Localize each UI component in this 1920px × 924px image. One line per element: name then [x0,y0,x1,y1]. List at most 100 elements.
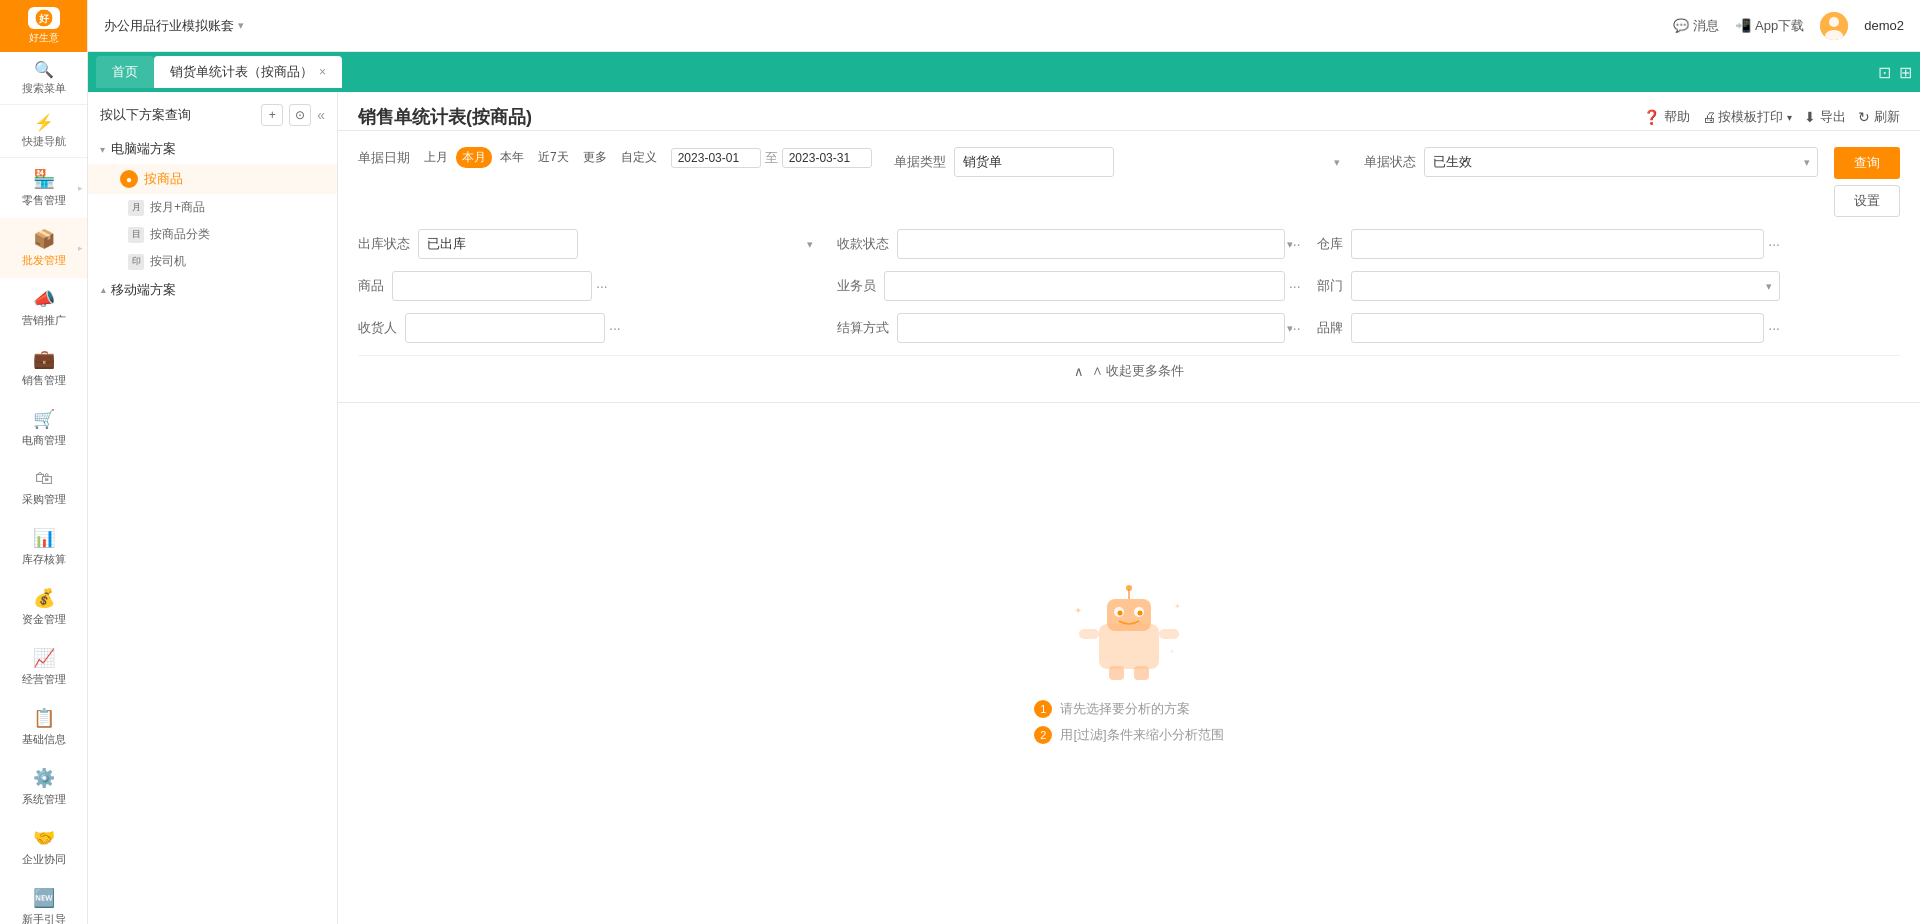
print-btn[interactable]: 🖨 按模板打印 ▾ [1702,104,1792,130]
date-to-input[interactable] [782,148,872,168]
sidebar-item-operations[interactable]: 📈 经营管理 [0,637,87,697]
out-status-input[interactable] [418,229,578,259]
tab-close-icon[interactable]: × [319,66,326,78]
doc-type-input[interactable] [954,147,1114,177]
page-content: 按以下方案查询 + ⊙ « ▾ 电脑端方案 ● 按商品 月 [88,92,1920,924]
sidebar-item-wholesale[interactable]: 📦 批发管理 ▸ [0,218,87,278]
collapse-icon: ∧ [1074,364,1084,379]
brand-input[interactable] [1351,313,1765,343]
date-btn-this-month[interactable]: 本月 [456,147,492,168]
brand-filter-label: 品牌 [1317,319,1343,337]
sidebar-item-inventory[interactable]: 📊 库存核算 [0,517,87,577]
salesperson-filter-control: ··· [884,271,1300,301]
date-btn-last-month[interactable]: 上月 [418,147,454,168]
export-btn[interactable]: ⬇ 导出 [1804,104,1846,130]
sidebar-item-sales[interactable]: 💼 销售管理 [0,338,87,398]
quick-nav-btn[interactable]: ⚡ 快捷导航 [0,105,87,158]
payment-method-input[interactable] [897,313,1285,343]
salesperson-input[interactable] [884,271,1285,301]
date-btn-7days[interactable]: 近7天 [532,147,575,168]
scheme-panel-actions: + ⊙ « [261,104,325,126]
query-button[interactable]: 查询 [1834,147,1900,179]
salesperson-more-icon[interactable]: ··· [1289,278,1301,294]
svg-text:好: 好 [38,13,50,24]
warehouse-input[interactable] [1351,229,1765,259]
empty-tips-list: 1 请先选择要分析的方案 2 用[过滤]条件来缩小分析范围 [1034,700,1223,744]
collapse-more-text: ∧ ∧ 收起更多条件 [1074,362,1185,380]
scheme-item-icon: ● [120,170,138,188]
svg-rect-13 [1079,629,1099,639]
tab-maximize-icon[interactable]: ⊞ [1899,63,1912,82]
tab-report[interactable]: 销货单统计表（按商品） × [154,56,342,88]
avatar[interactable] [1820,12,1848,40]
svg-text:✦: ✦ [1169,648,1175,655]
scheme-sub-icon-driver: 印 [128,254,144,270]
sidebar-item-system[interactable]: ⚙️ 系统管理 [0,757,87,817]
svg-point-12 [1126,585,1132,591]
app-logo[interactable]: 好 好生意 [0,0,87,52]
sidebar-item-guide[interactable]: 🆕 新手引导 [0,877,87,924]
workspace-arrow-icon: ▾ [238,19,244,32]
tab-home[interactable]: 首页 [96,56,154,88]
message-btn[interactable]: 💬 消息 [1673,17,1719,35]
product-input[interactable] [392,271,592,301]
payment-method-more-icon[interactable]: ··· [1289,320,1301,336]
sidebar-item-retail[interactable]: 🏪 零售管理 ▸ [0,158,87,218]
receiver-more-icon[interactable]: ··· [609,320,621,336]
help-icon: ❓ [1643,109,1660,125]
brand-more-icon[interactable]: ··· [1768,320,1780,336]
date-from-input[interactable] [671,148,761,168]
refresh-icon: ↻ [1858,109,1870,125]
sidebar-item-marketing[interactable]: 📣 营销推广 [0,278,87,338]
desktop-section-arrow-icon: ▾ [100,144,105,155]
sidebar-item-enterprise[interactable]: 🤝 企业协同 [0,817,87,877]
product-more-icon[interactable]: ··· [596,278,608,294]
filter-area: 单据日期 上月 本月 本年 近7天 更多 自定义 至 [338,131,1920,403]
sidebar-item-ecommerce[interactable]: 🛒 电商管理 [0,398,87,458]
workspace-selector[interactable]: 办公用品行业模拟账套 ▾ [104,17,244,35]
desktop-section-header[interactable]: ▾ 电脑端方案 [88,134,337,164]
settings-button[interactable]: 设置 [1834,185,1900,217]
date-btn-custom[interactable]: 自定义 [615,147,663,168]
sidebar-navigation: 🏪 零售管理 ▸ 📦 批发管理 ▸ 📣 营销推广 💼 销售管理 🛒 电商管理 🛍… [0,158,87,924]
scheme-panel-title: 按以下方案查询 [100,106,191,124]
receiver-input[interactable] [405,313,605,343]
svg-text:✦: ✦ [1074,605,1082,616]
sidebar-item-basic[interactable]: 📋 基础信息 [0,697,87,757]
department-filter-label: 部门 [1317,277,1343,295]
sidebar-item-purchase[interactable]: 🛍 采购管理 [0,458,87,517]
add-scheme-btn[interactable]: + [261,104,283,126]
product-filter-label: 商品 [358,277,384,295]
date-btn-this-year[interactable]: 本年 [494,147,530,168]
help-btn[interactable]: ❓ 帮助 [1643,104,1690,130]
tab-bar: 首页 销货单统计表（按商品） × ⊡ ⊞ [88,52,1920,92]
svg-point-10 [1137,610,1142,615]
scheme-sub-icon-category: 目 [128,227,144,243]
username-label[interactable]: demo2 [1864,18,1904,33]
collapse-more-btn[interactable]: ∧ ∧ 收起更多条件 [358,355,1900,386]
sidebar-item-finance[interactable]: 💰 资金管理 [0,577,87,637]
scheme-sub-by-month-product[interactable]: 月 按月+商品 [88,194,337,221]
desktop-scheme-section: ▾ 电脑端方案 ● 按商品 月 按月+商品 目 按商品分类 印 按司 [88,134,337,275]
mobile-section-header[interactable]: ▸ 移动端方案 [88,275,337,305]
receipt-status-filter-control: ▾ ··· [897,229,1300,259]
out-status-filter-label: 出库状态 [358,235,410,253]
department-input[interactable] [1351,271,1780,301]
scheme-sub-by-category[interactable]: 目 按商品分类 [88,221,337,248]
scheme-item-by-product[interactable]: ● 按商品 [88,164,337,194]
receipt-status-more-icon[interactable]: ··· [1289,236,1301,252]
date-btn-more[interactable]: 更多 [577,147,613,168]
search-menu-btn[interactable]: 🔍 搜索菜单 [0,52,87,105]
svg-rect-6 [1107,599,1151,631]
warehouse-more-icon[interactable]: ··· [1768,236,1780,252]
edit-scheme-btn[interactable]: ⊙ [289,104,311,126]
receipt-status-input[interactable] [897,229,1285,259]
collapse-panel-btn[interactable]: « [317,107,325,123]
tab-minimize-icon[interactable]: ⊡ [1878,63,1891,82]
receipt-status-filter-label: 收款状态 [837,235,889,253]
doc-status-input[interactable] [1424,147,1818,177]
scheme-sub-by-driver[interactable]: 印 按司机 [88,248,337,275]
refresh-btn[interactable]: ↻ 刷新 [1858,104,1900,130]
page-header-actions: ❓ 帮助 🖨 按模板打印 ▾ ⬇ 导出 ↻ [1643,104,1900,130]
app-download-btn[interactable]: 📲 App下载 [1735,17,1804,35]
